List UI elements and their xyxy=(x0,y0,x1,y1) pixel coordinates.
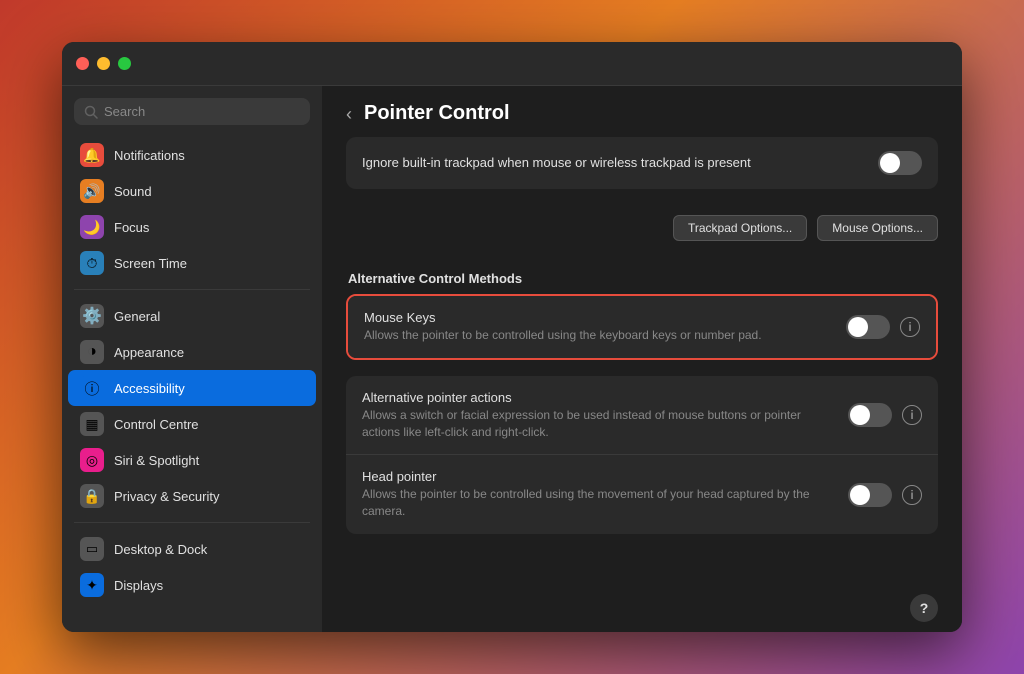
sidebar-divider xyxy=(74,289,310,290)
sidebar-item-control-centre[interactable]: ▦ Control Centre xyxy=(68,406,316,442)
sidebar-item-notifications[interactable]: 🔔 Notifications xyxy=(68,137,316,173)
options-buttons-row: Trackpad Options... Mouse Options... xyxy=(346,205,938,255)
general-icon: ⚙️ xyxy=(80,304,104,328)
search-box[interactable]: Search xyxy=(74,98,310,125)
sidebar-item-label: Accessibility xyxy=(114,381,185,396)
head-pointer-text: Head pointer Allows the pointer to be co… xyxy=(362,469,832,520)
appearance-icon: ◑ xyxy=(80,340,104,364)
maximize-button[interactable] xyxy=(118,57,131,70)
sidebar-item-label: Control Centre xyxy=(114,417,199,432)
trackpad-ignore-toggle[interactable] xyxy=(878,151,922,175)
content-area: Search 🔔 Notifications 🔊 Sound 🌙 Focus ⏱… xyxy=(62,86,962,632)
search-container: Search xyxy=(62,98,322,137)
close-button[interactable] xyxy=(76,57,89,70)
sidebar-item-label: General xyxy=(114,309,160,324)
alt-pointer-toggle[interactable] xyxy=(848,403,892,427)
main-window: Search 🔔 Notifications 🔊 Sound 🌙 Focus ⏱… xyxy=(62,42,962,632)
sidebar-item-label: Screen Time xyxy=(114,256,187,271)
panel-body: Ignore built-in trackpad when mouse or w… xyxy=(322,137,962,584)
sidebar-item-siri[interactable]: ◎ Siri & Spotlight xyxy=(68,442,316,478)
sidebar-item-appearance[interactable]: ◑ Appearance xyxy=(68,334,316,370)
sidebar-item-desktop-dock[interactable]: ▭ Desktop & Dock xyxy=(68,531,316,567)
panel-header: ‹ Pointer Control xyxy=(322,86,962,137)
sidebar-item-label: Focus xyxy=(114,220,149,235)
sidebar-item-label: Desktop & Dock xyxy=(114,542,207,557)
bottom-bar: ? xyxy=(322,584,962,632)
privacy-icon: 🔒 xyxy=(80,484,104,508)
head-pointer-row: Head pointer Allows the pointer to be co… xyxy=(346,455,938,534)
head-pointer-desc: Allows the pointer to be controlled usin… xyxy=(362,486,832,520)
mouse-keys-row: Mouse Keys Allows the pointer to be cont… xyxy=(348,296,936,358)
desktop-dock-icon: ▭ xyxy=(80,537,104,561)
sidebar-item-label: Appearance xyxy=(114,345,184,360)
help-button[interactable]: ? xyxy=(910,594,938,622)
screen-time-icon: ⏱ xyxy=(80,251,104,275)
head-pointer-info-button[interactable]: i xyxy=(902,485,922,505)
back-button[interactable]: ‹ xyxy=(346,105,352,123)
sidebar-item-general[interactable]: ⚙️ General xyxy=(68,298,316,334)
mouse-keys-info-button[interactable]: i xyxy=(900,317,920,337)
sidebar: Search 🔔 Notifications 🔊 Sound 🌙 Focus ⏱… xyxy=(62,86,322,632)
main-panel: ‹ Pointer Control Ignore built-in trackp… xyxy=(322,86,962,632)
notifications-icon: 🔔 xyxy=(80,143,104,167)
trackpad-section: Ignore built-in trackpad when mouse or w… xyxy=(346,137,938,189)
sound-icon: 🔊 xyxy=(80,179,104,203)
trackpad-ignore-row: Ignore built-in trackpad when mouse or w… xyxy=(346,137,938,189)
sidebar-item-displays[interactable]: ✦ Displays xyxy=(68,567,316,603)
alt-pointer-info-button[interactable]: i xyxy=(902,405,922,425)
displays-icon: ✦ xyxy=(80,573,104,597)
control-centre-icon: ▦ xyxy=(80,412,104,436)
siri-icon: ◎ xyxy=(80,448,104,472)
sidebar-item-focus[interactable]: 🌙 Focus xyxy=(68,209,316,245)
alt-pointer-title: Alternative pointer actions xyxy=(362,390,832,405)
alt-control-label: Alternative Control Methods xyxy=(348,271,938,286)
panel-title: Pointer Control xyxy=(364,102,510,125)
sidebar-item-label: Privacy & Security xyxy=(114,489,219,504)
title-bar xyxy=(62,42,962,86)
head-pointer-controls: i xyxy=(848,483,922,507)
sidebar-item-privacy[interactable]: 🔒 Privacy & Security xyxy=(68,478,316,514)
alt-pointer-text: Alternative pointer actions Allows a swi… xyxy=(362,390,832,441)
mouse-keys-title: Mouse Keys xyxy=(364,310,830,325)
sidebar-item-label: Siri & Spotlight xyxy=(114,453,199,468)
alt-pointer-controls: i xyxy=(848,403,922,427)
search-icon xyxy=(84,105,98,119)
alt-pointer-desc: Allows a switch or facial expression to … xyxy=(362,407,832,441)
accessibility-icon: ⓘ xyxy=(80,376,104,400)
sidebar-item-sound[interactable]: 🔊 Sound xyxy=(68,173,316,209)
mouse-keys-text: Mouse Keys Allows the pointer to be cont… xyxy=(364,310,830,344)
head-pointer-title: Head pointer xyxy=(362,469,832,484)
trackpad-options-button[interactable]: Trackpad Options... xyxy=(673,215,807,241)
mouse-keys-desc: Allows the pointer to be controlled usin… xyxy=(364,327,830,344)
mouse-keys-controls: i xyxy=(846,315,920,339)
head-pointer-toggle[interactable] xyxy=(848,483,892,507)
mouse-options-button[interactable]: Mouse Options... xyxy=(817,215,938,241)
search-placeholder: Search xyxy=(104,104,145,119)
sidebar-divider-2 xyxy=(74,522,310,523)
alt-pointer-section: Alternative pointer actions Allows a swi… xyxy=(346,376,938,534)
focus-icon: 🌙 xyxy=(80,215,104,239)
sidebar-item-label: Notifications xyxy=(114,148,185,163)
sidebar-item-accessibility[interactable]: ⓘ Accessibility xyxy=(68,370,316,406)
sidebar-item-screen-time[interactable]: ⏱ Screen Time xyxy=(68,245,316,281)
mouse-keys-toggle[interactable] xyxy=(846,315,890,339)
sidebar-item-label: Displays xyxy=(114,578,163,593)
trackpad-ignore-text: Ignore built-in trackpad when mouse or w… xyxy=(362,155,862,172)
alt-pointer-row: Alternative pointer actions Allows a swi… xyxy=(346,376,938,456)
minimize-button[interactable] xyxy=(97,57,110,70)
mouse-keys-section: Mouse Keys Allows the pointer to be cont… xyxy=(346,294,938,360)
sidebar-item-label: Sound xyxy=(114,184,152,199)
trackpad-ignore-title: Ignore built-in trackpad when mouse or w… xyxy=(362,155,862,170)
